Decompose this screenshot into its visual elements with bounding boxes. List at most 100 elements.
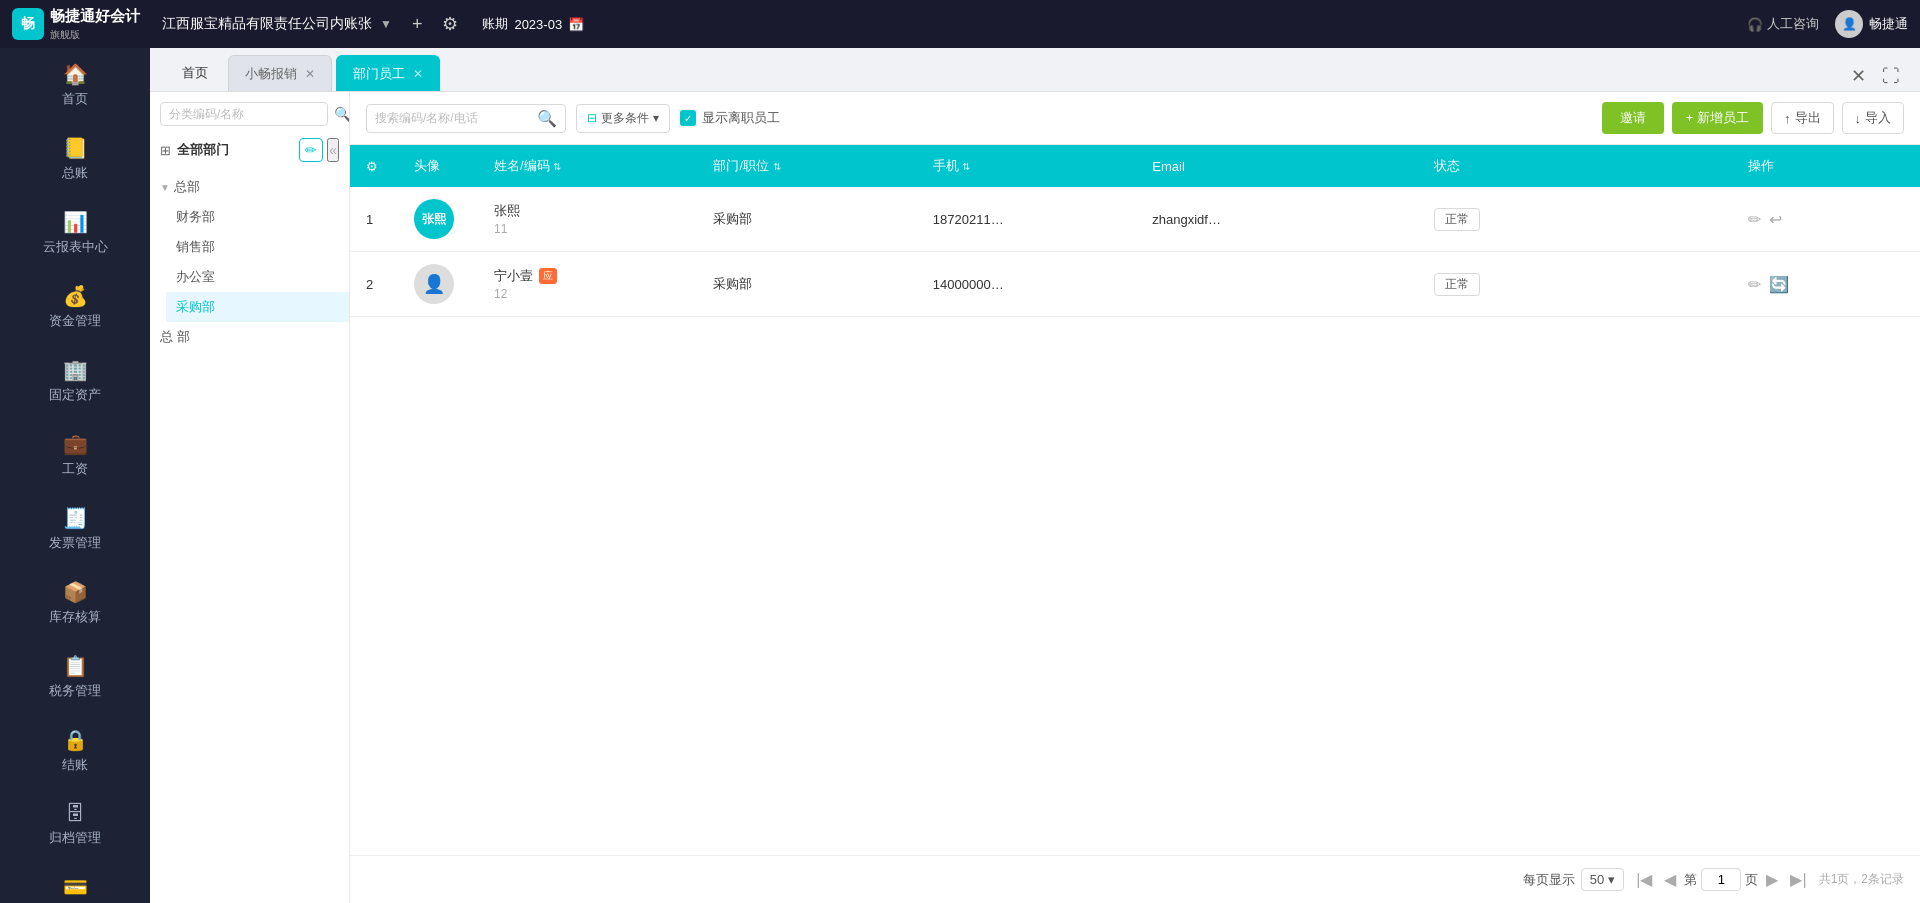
calendar-icon[interactable]: 📅 (568, 17, 584, 32)
sidebar-item-archive[interactable]: 🗄 归档管理 (0, 788, 150, 861)
dept-node-finance[interactable]: 财务部 (166, 202, 349, 232)
invite-button[interactable]: 邀请 (1602, 102, 1664, 134)
search-icon[interactable]: 🔍 (537, 109, 557, 128)
grid-icon: ⊞ (160, 143, 171, 158)
row2-name-code: 宁小壹 应 12 (494, 267, 681, 301)
page-last-button[interactable]: ▶| (1786, 868, 1810, 891)
dept-node-purchase[interactable]: 采购部 (166, 292, 349, 322)
page-total-info: 共1页，2条记录 (1819, 871, 1904, 888)
period-label: 账期 (482, 15, 508, 33)
sidebar-item-invoice[interactable]: 🧾 发票管理 (0, 492, 150, 566)
dept-collapse-button[interactable]: « (327, 138, 339, 162)
row2-no: 2 (350, 252, 398, 317)
tab-dept-emp[interactable]: 部门员工 ✕ (336, 55, 440, 91)
dept-node-hq[interactable]: ▼ 总部 (150, 172, 349, 202)
sidebar-label-ledger: 总账 (62, 164, 88, 182)
col-settings[interactable]: ⚙ (350, 145, 398, 187)
row2-avatar: 👤 (414, 264, 454, 304)
search-input[interactable] (375, 111, 531, 125)
table-row: 1 张熙 张熙 11 采购部 (350, 187, 1920, 252)
settings-icon-button[interactable]: ⚙ (438, 9, 462, 39)
filter-icon: ⊟ (587, 111, 597, 125)
sidebar-item-expense[interactable]: 💳 小畅报销 (0, 861, 150, 903)
dept-label-office: 办公室 (176, 268, 215, 286)
period-value: 2023-03 (514, 17, 562, 32)
show-resigned-checkbox[interactable]: ✓ (680, 110, 696, 126)
row1-leave-icon[interactable]: ↩ (1769, 210, 1782, 229)
sort-dept-icon: ⇅ (773, 161, 781, 172)
all-dept-header[interactable]: ⊞ 全部部门 ✏ « (150, 132, 349, 168)
company-name: 江西服宝精品有限责任公司内账张 (162, 15, 372, 33)
row1-edit-icon[interactable]: ✏ (1748, 210, 1761, 229)
col-dept-pos-label: 部门/职位 (713, 158, 769, 173)
row2-actions: ✏ 🔄 (1748, 275, 1904, 294)
tab-expense-close-icon[interactable]: ✕ (305, 67, 315, 81)
funds-icon: 💰 (63, 284, 88, 308)
sidebar-item-home[interactable]: 🏠 首页 (0, 48, 150, 122)
tab-expense[interactable]: 小畅报销 ✕ (228, 55, 332, 91)
dept-search-area: 🔍 (150, 92, 349, 132)
sidebar-item-ledger[interactable]: 📒 总账 (0, 122, 150, 196)
topbar: 畅 畅捷通好会计 旗舰版 江西服宝精品有限责任公司内账张 ▼ + ⚙ 账期 20… (0, 0, 1920, 48)
page-number-input[interactable] (1701, 868, 1741, 891)
sidebar-label-home: 首页 (62, 90, 88, 108)
sidebar-label-tax: 税务管理 (49, 682, 101, 700)
support-button[interactable]: 🎧 人工咨询 (1747, 15, 1819, 33)
logo-area: 畅 畅捷通好会计 旗舰版 (12, 7, 162, 42)
col-mobile[interactable]: 手机 ⇅ (917, 145, 1136, 187)
row2-delete-icon[interactable]: 🔄 (1769, 275, 1789, 294)
sidebar-item-reports[interactable]: 📊 云报表中心 (0, 196, 150, 270)
page-size-box[interactable]: 50 ▾ (1581, 868, 1624, 891)
all-dept-label: 全部部门 (177, 141, 293, 159)
dept-node-office[interactable]: 办公室 (166, 262, 349, 292)
topbar-right-actions: 🎧 人工咨询 👤 畅捷通 (1747, 10, 1908, 38)
sidebar-item-funds[interactable]: 💰 资金管理 (0, 270, 150, 344)
import-button[interactable]: ↓ 导入 (1842, 102, 1905, 134)
sidebar-item-inventory[interactable]: 📦 库存核算 (0, 566, 150, 640)
sidebar-label-invoice: 发票管理 (49, 534, 101, 552)
col-avatar: 头像 (398, 145, 478, 187)
dept-label-finance: 财务部 (176, 208, 215, 226)
sidebar-item-assets[interactable]: 🏢 固定资产 (0, 344, 150, 418)
col-email: Email (1136, 145, 1418, 187)
page-prev-button[interactable]: ◀ (1660, 868, 1680, 891)
sidebar-item-salary[interactable]: 💼 工资 (0, 418, 150, 492)
add-icon-button[interactable]: + (408, 10, 427, 39)
pagination: 每页显示 50 ▾ |◀ ◀ 第 页 ▶ ▶| (350, 855, 1920, 903)
tab-dept-emp-close-icon[interactable]: ✕ (413, 67, 423, 81)
tab-home[interactable]: 首页 (166, 55, 224, 91)
col-dept-pos[interactable]: 部门/职位 ⇅ (697, 145, 916, 187)
dept-node-sales[interactable]: 销售部 (166, 232, 349, 262)
col-name-code[interactable]: 姓名/编码 ⇅ (478, 145, 697, 187)
sidebar-item-tax[interactable]: 📋 税务管理 (0, 640, 150, 714)
page-suffix: 页 (1745, 871, 1758, 889)
dept-search-icon[interactable]: 🔍 (334, 106, 350, 122)
dept-search-input[interactable] (160, 102, 328, 126)
user-menu[interactable]: 👤 畅捷通 (1835, 10, 1908, 38)
export-button[interactable]: ↑ 导出 (1771, 102, 1834, 134)
page-size-select: 每页显示 50 ▾ (1523, 868, 1624, 891)
show-resigned-toggle[interactable]: ✓ 显示离职员工 (680, 109, 780, 127)
row2-edit-icon[interactable]: ✏ (1748, 275, 1761, 294)
col-mobile-label: 手机 (933, 158, 959, 173)
add-employee-button[interactable]: + 新增员工 (1672, 102, 1763, 134)
app-name: 畅捷通好会计 (50, 7, 140, 26)
closing-icon: 🔒 (63, 728, 88, 752)
tab-expense-label: 小畅报销 (245, 65, 297, 83)
page-first-button[interactable]: |◀ (1632, 868, 1656, 891)
page-next-button[interactable]: ▶ (1762, 868, 1782, 891)
row1-name: 张熙 (494, 202, 681, 220)
reports-icon: 📊 (63, 210, 88, 234)
dept-edit-button[interactable]: ✏ (299, 138, 323, 162)
tab-expand-button[interactable]: ⛶ (1878, 62, 1904, 91)
sidebar-item-closing[interactable]: 🔒 结账 (0, 714, 150, 788)
filter-button[interactable]: ⊟ 更多条件 ▾ (576, 104, 670, 133)
company-selector[interactable]: 江西服宝精品有限责任公司内账张 ▼ (162, 15, 392, 33)
col-email-label: Email (1152, 159, 1185, 174)
row2-mobile: 14000000… (917, 252, 1136, 317)
tab-close-all-button[interactable]: ✕ (1847, 61, 1870, 91)
home-icon: 🏠 (63, 62, 88, 86)
dept-label-general: 总 部 (160, 328, 190, 346)
dept-node-general[interactable]: 总 部 (150, 322, 349, 352)
sidebar-label-inventory: 库存核算 (49, 608, 101, 626)
